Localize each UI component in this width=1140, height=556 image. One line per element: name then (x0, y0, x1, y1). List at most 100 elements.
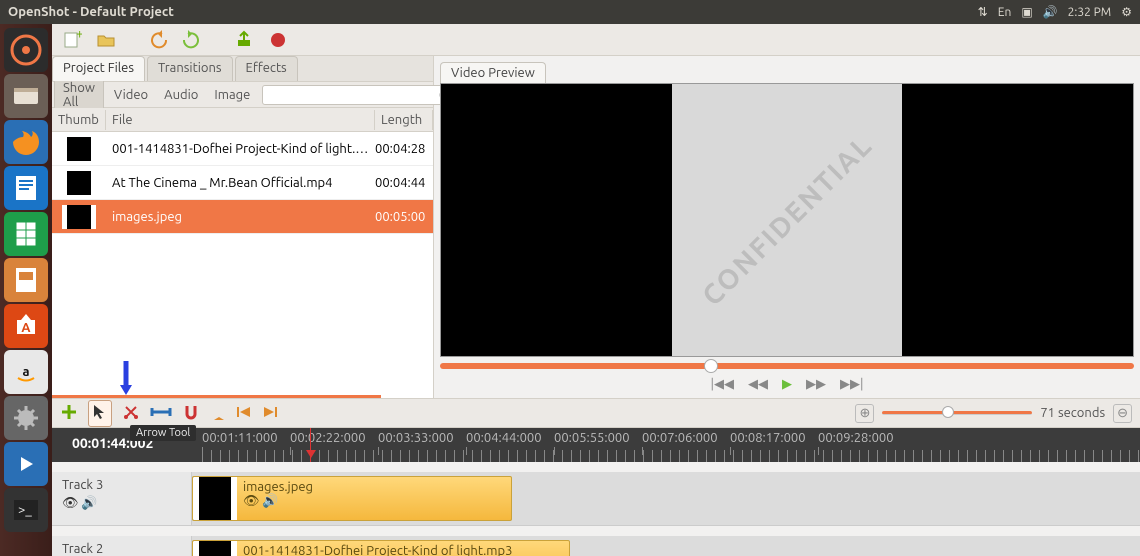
transport-controls: |◀◀ ◀◀ ▶ ▶▶ ▶▶| (440, 377, 1134, 392)
preview-panel: Video Preview CONFIDENTIAL |◀◀ ◀◀ ▶ ▶▶ ▶… (434, 56, 1140, 398)
svg-text:>_: >_ (18, 503, 32, 517)
open-project-button[interactable] (94, 28, 118, 52)
file-row[interactable]: images.jpeg 00:05:00 (52, 200, 433, 234)
svg-text:a: a (22, 365, 29, 379)
file-name: 001-1414831-Dofhei Project-Kind of light… (106, 142, 375, 156)
speaker-icon[interactable]: 🔊 (262, 494, 278, 508)
file-thumb (52, 205, 106, 229)
tab-effects[interactable]: Effects (235, 56, 298, 81)
file-name: images.jpeg (106, 210, 375, 224)
add-track-button[interactable] (60, 403, 78, 424)
file-length: 00:04:28 (375, 142, 433, 156)
openshot-app: + Project Files Transitions Effects Show… (52, 24, 1140, 556)
track-lane[interactable]: images.jpeg 👁 🔊 (192, 472, 1140, 525)
system-indicators[interactable]: ⇅ En ▣ 🔊 2:32 PM ⚙ (978, 5, 1132, 19)
project-tabs: Project Files Transitions Effects (52, 56, 433, 82)
new-project-button[interactable]: + (60, 28, 84, 52)
undo-button[interactable] (146, 28, 170, 52)
col-length[interactable]: Length (375, 110, 433, 130)
speaker-icon[interactable]: 🔊 (81, 496, 97, 510)
file-row[interactable]: 001-1414831-Dofhei Project-Kind of light… (52, 132, 433, 166)
clip[interactable]: 001-1414831-Dofhei Project-Kind of light… (192, 540, 570, 556)
col-file[interactable]: File (106, 110, 375, 130)
tab-transitions[interactable]: Transitions (147, 56, 233, 81)
play-icon[interactable]: ▶ (782, 377, 792, 392)
files-icon[interactable] (4, 74, 48, 118)
gear-icon[interactable]: ⚙ (1121, 5, 1132, 19)
battery-icon[interactable]: ▣ (1021, 5, 1032, 19)
zoom-out-icon[interactable]: ⊖ (1113, 404, 1132, 423)
file-length: 00:05:00 (375, 210, 433, 224)
timeline-tracks: Track 3 👁 🔊 images.jpeg 👁 🔊 Track 2 👁 🔊 (52, 462, 1140, 556)
file-thumb (52, 171, 106, 195)
software-center-icon[interactable]: A (4, 304, 48, 348)
track[interactable]: Track 2 👁 🔊 001-1414831-Dofhei Project-K… (52, 536, 1140, 556)
playhead[interactable] (310, 428, 311, 462)
clip-thumb (193, 477, 237, 520)
filter-audio[interactable]: Audio (156, 85, 206, 105)
razor-tool-button[interactable] (122, 403, 140, 424)
openshot-icon[interactable] (4, 442, 48, 486)
terminal-icon[interactable]: >_ (4, 488, 48, 532)
track-name: Track 3 (62, 478, 181, 492)
file-name: At The Cinema _ Mr.Bean Official.mp4 (106, 176, 375, 190)
track-header[interactable]: Track 3 👁 🔊 (52, 472, 192, 525)
sound-icon[interactable]: 🔊 (1043, 5, 1058, 19)
writer-icon[interactable] (4, 166, 48, 210)
snap-tool-button[interactable] (182, 403, 200, 424)
impress-icon[interactable] (4, 258, 48, 302)
zoom-slider[interactable] (882, 411, 1032, 415)
preview-viewport[interactable]: CONFIDENTIAL (440, 83, 1134, 357)
clip-thumb (193, 541, 237, 556)
app-title: OpenShot - Default Project (8, 5, 174, 19)
eye-icon[interactable]: 👁 (243, 494, 260, 508)
filter-image[interactable]: Image (206, 85, 258, 105)
timeline-toolbar: Arrow Tool ⊕ 71 seconds ⊖ (52, 398, 1140, 428)
import-file-button[interactable] (232, 28, 256, 52)
marker-next-button[interactable] (262, 405, 278, 422)
zoom-in-icon[interactable]: ⊕ (855, 404, 874, 423)
calc-icon[interactable] (4, 212, 48, 256)
svg-text:A: A (21, 321, 31, 335)
system-menubar: OpenShot - Default Project ⇅ En ▣ 🔊 2:32… (0, 0, 1140, 24)
marker-prev-button[interactable] (236, 405, 252, 422)
tab-video-preview[interactable]: Video Preview (440, 62, 546, 83)
settings-icon[interactable] (4, 396, 48, 440)
network-icon[interactable]: ⇅ (978, 5, 988, 19)
record-button[interactable] (266, 28, 290, 52)
marker-add-button[interactable] (212, 403, 226, 424)
arrow-tool-button[interactable] (88, 400, 112, 427)
step-back-icon[interactable]: ◀◀ (748, 377, 768, 392)
file-list-header: Thumb File Length (52, 108, 433, 132)
col-thumb[interactable]: Thumb (52, 110, 106, 130)
redo-button[interactable] (180, 28, 204, 52)
clip[interactable]: images.jpeg 👁 🔊 (192, 476, 512, 521)
file-row[interactable]: At The Cinema _ Mr.Bean Official.mp4 00:… (52, 166, 433, 200)
clock[interactable]: 2:32 PM (1068, 6, 1112, 19)
amazon-icon[interactable]: a (4, 350, 48, 394)
track-header[interactable]: Track 2 👁 🔊 (52, 536, 192, 556)
dash-icon[interactable] (4, 28, 48, 72)
language-indicator[interactable]: En (998, 6, 1012, 19)
seek-slider[interactable] (440, 363, 1134, 369)
filter-video[interactable]: Video (106, 85, 156, 105)
timeline-ruler[interactable]: 00:01:44:002 00:01:11:00000:02:22:00000:… (52, 428, 1140, 462)
tooltip: Arrow Tool (130, 425, 196, 441)
file-length: 00:04:44 (375, 176, 433, 190)
firefox-icon[interactable] (4, 120, 48, 164)
track[interactable]: Track 3 👁 🔊 images.jpeg 👁 🔊 (52, 472, 1140, 526)
eye-icon[interactable]: 👁 (62, 496, 79, 510)
track-lane[interactable]: 001-1414831-Dofhei Project-Kind of light… (192, 536, 1140, 556)
skip-end-icon[interactable]: ▶▶| (840, 377, 864, 392)
clip-label: images.jpeg (243, 480, 313, 494)
filter-row: Show All Video Audio Image ⓧ (52, 82, 433, 108)
filter-input[interactable] (262, 85, 457, 105)
tab-project-files[interactable]: Project Files (52, 56, 145, 81)
file-thumb (52, 137, 106, 161)
step-forward-icon[interactable]: ▶▶ (806, 377, 826, 392)
unity-launcher: A a >_ (0, 24, 52, 556)
skip-start-icon[interactable]: |◀◀ (711, 377, 735, 392)
zoom-label: 71 seconds (1040, 406, 1105, 420)
svg-text:+: + (76, 30, 82, 41)
resize-tool-button[interactable] (150, 403, 172, 424)
